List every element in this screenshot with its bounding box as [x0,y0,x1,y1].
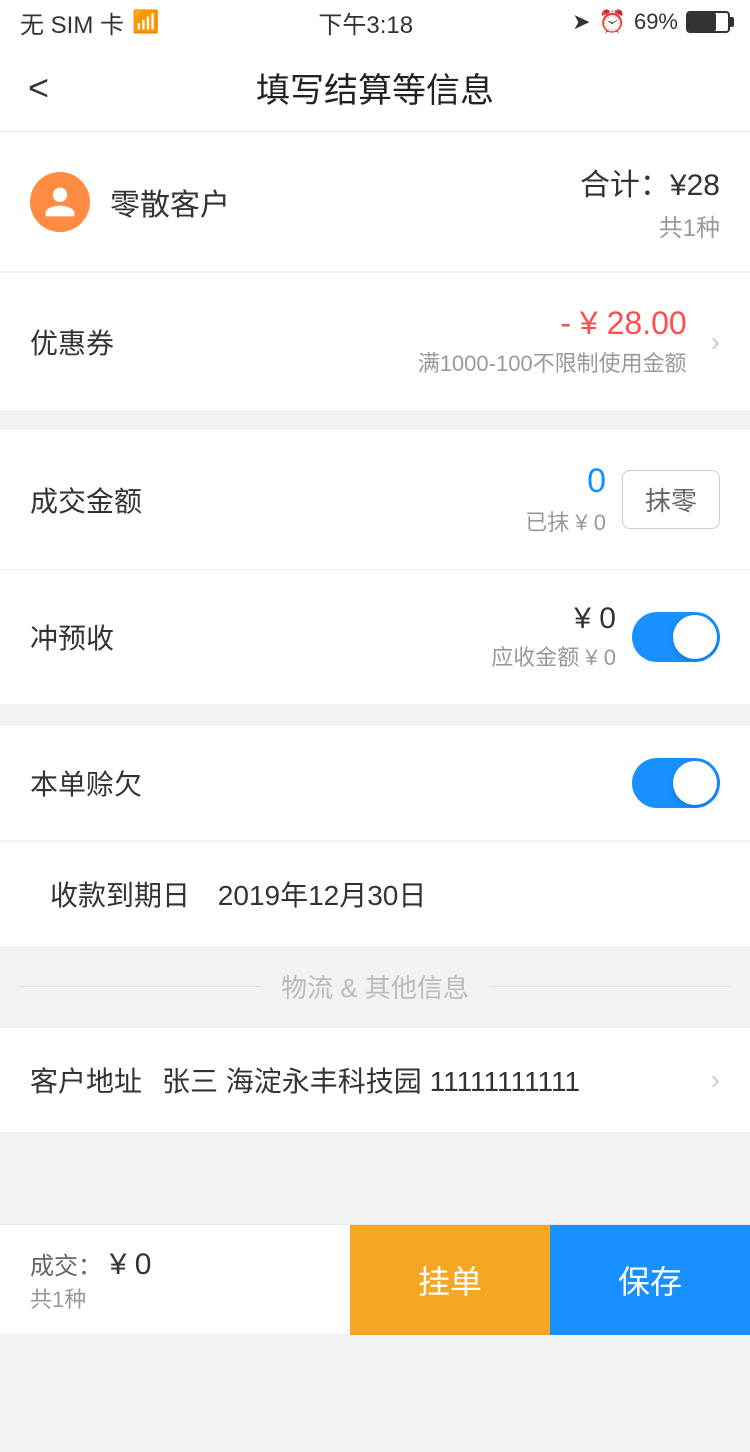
bottom-info: 成交： ¥ 0 共1种 [0,1246,350,1314]
address-value: 张三 海淀永丰科技园 11111111111 [162,1060,703,1100]
toggle-knob [673,615,717,659]
location-icon: ➤ [572,9,590,35]
coupon-right: - ¥ 28.00 满1000-100不限制使用金额 › [114,305,720,378]
battery-percent: 69% [634,9,678,35]
address-chevron-icon: › [711,1064,720,1096]
user-icon [42,184,78,220]
already-rounded: 已抹 ¥ 0 [525,505,606,537]
prepayment-row: 冲预收 ¥ 0 应收金额 ¥ 0 [0,570,750,704]
logistics-label: 物流 & 其他信息 [281,968,469,1005]
transaction-right: 0 已抹 ¥ 0 抹零 [142,462,720,537]
coupon-row[interactable]: 优惠券 - ¥ 28.00 满1000-100不限制使用金额 › [0,273,750,410]
bottom-amounts: 成交： ¥ 0 共1种 [30,1246,320,1314]
customer-left: 零散客户 [30,172,230,232]
divider-line-right [489,986,730,987]
debit-row: 本单赊欠 [0,726,750,841]
due-date-label: 收款到期日 [50,880,190,911]
debit-section: 本单赊欠 收款到期日 2019年12月30日 [0,726,750,946]
prepayment-value-block: ¥ 0 应收金额 ¥ 0 [491,602,616,672]
coupon-section: 优惠券 - ¥ 28.00 满1000-100不限制使用金额 › [0,273,750,410]
coupon-label: 优惠券 [30,322,114,362]
customer-section: 零散客户 合计：¥28 共1种 [0,132,750,271]
debit-label: 本单赊欠 [30,763,142,803]
hang-button[interactable]: 挂单 [350,1225,550,1335]
nav-bar: < 填写结算等信息 [0,44,750,132]
coupon-value-block: - ¥ 28.00 满1000-100不限制使用金额 [418,305,687,378]
status-right: ➤ ⏰ 69% [572,9,730,35]
transaction-label: 成交金额 [30,480,142,520]
customer-total: 合计：¥28 共1种 [580,160,720,243]
logistics-divider: 物流 & 其他信息 [0,946,750,1026]
prepayment-label: 冲预收 [30,617,114,657]
coupon-amount: - ¥ 28.00 [418,305,687,342]
total-amount: 合计：¥28 [580,160,720,204]
due-date-row: 收款到期日 2019年12月30日 [0,841,750,946]
bottom-amount: ¥ 0 [110,1248,152,1281]
due-date-value: 2019年12月30日 [218,880,427,911]
prepayment-right: ¥ 0 应收金额 ¥ 0 [114,602,720,672]
bottom-bar: 成交： ¥ 0 共1种 挂单 保存 [0,1224,750,1334]
debit-toggle-knob [673,761,717,805]
bottom-deal-row: 成交： ¥ 0 [30,1246,320,1282]
prepayment-sub: 应收金额 ¥ 0 [491,640,616,672]
chevron-right-icon: › [711,326,720,358]
back-button[interactable]: < [28,67,49,109]
battery-icon [686,11,730,33]
customer-avatar [30,172,90,232]
address-row[interactable]: 客户地址 张三 海淀永丰科技园 11111111111 › [0,1028,750,1132]
wifi-icon: 📶 [132,9,159,35]
status-time: 下午3:18 [318,5,413,40]
transaction-section: 成交金额 0 已抹 ¥ 0 抹零 冲预收 ¥ 0 应收金额 ¥ 0 [0,430,750,704]
address-label: 客户地址 [30,1060,142,1100]
transaction-value: 0 [525,462,606,501]
prepayment-value: ¥ 0 [491,602,616,636]
round-up-button[interactable]: 抹零 [622,470,720,529]
alarm-icon: ⏰ [599,9,626,35]
divider-line-left [20,986,261,987]
carrier-text: 无 SIM 卡 [20,5,124,40]
debit-toggle[interactable] [632,758,720,808]
transaction-row: 成交金额 0 已抹 ¥ 0 抹零 [0,430,750,570]
transaction-value-block: 0 已抹 ¥ 0 [525,462,606,537]
bottom-deal-label: 成交： [30,1253,102,1280]
section-divider-1 [0,410,750,430]
coupon-desc: 满1000-100不限制使用金额 [418,346,687,378]
customer-name: 零散客户 [110,180,230,224]
page-title: 填写结算等信息 [256,63,494,112]
prepayment-toggle[interactable] [632,612,720,662]
section-divider-2 [0,704,750,724]
status-bar: 无 SIM 卡 📶 下午3:18 ➤ ⏰ 69% [0,0,750,44]
address-section: 客户地址 张三 海淀永丰科技园 11111111111 › [0,1028,750,1132]
bottom-count: 共1种 [30,1282,320,1314]
status-left: 无 SIM 卡 📶 [20,5,159,40]
total-count: 共1种 [580,208,720,243]
save-button[interactable]: 保存 [550,1225,750,1335]
debit-right [142,758,720,808]
